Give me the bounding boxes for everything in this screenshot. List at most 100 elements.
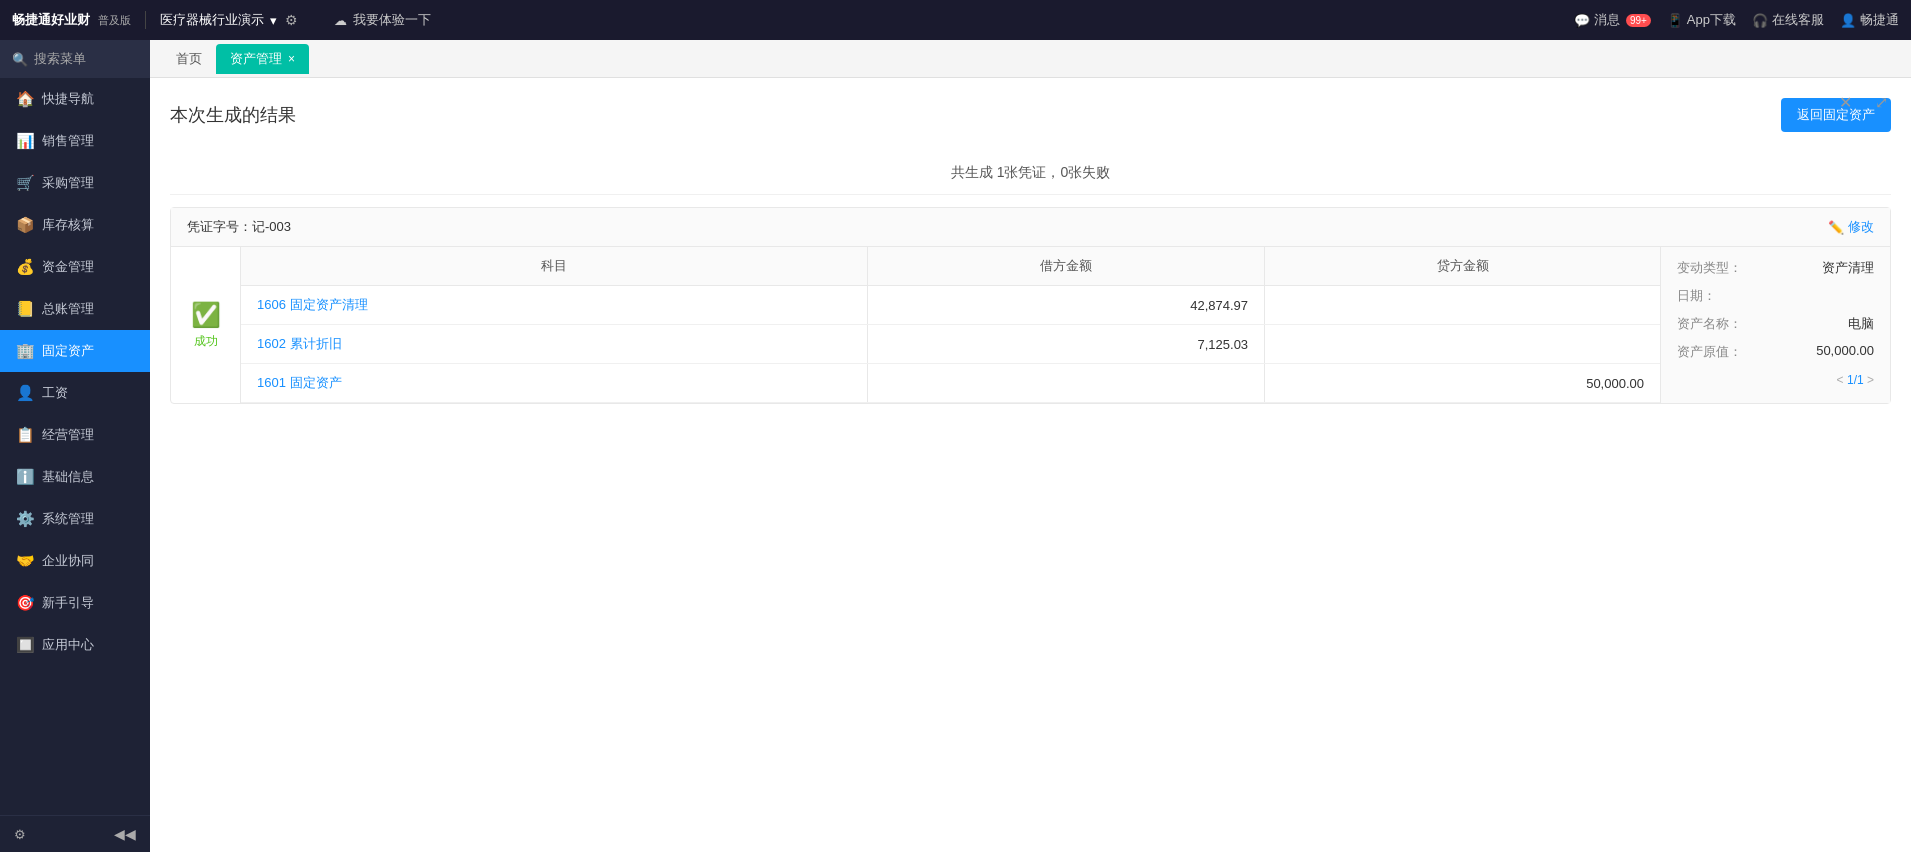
- original-value-label: 资产原值：: [1677, 343, 1742, 361]
- tab-close-btn[interactable]: ×: [288, 52, 295, 66]
- prev-page-btn[interactable]: <: [1837, 373, 1844, 387]
- col-header-subject: 科目: [241, 247, 867, 286]
- experience-btn[interactable]: ☁ 我要体验一下: [334, 11, 431, 29]
- business-icon: 📋: [16, 426, 34, 444]
- sidebar-item-business[interactable]: 📋 经营管理: [0, 414, 150, 456]
- sidebar-item-inventory[interactable]: 📦 库存核算: [0, 204, 150, 246]
- debit-cell: 42,874.97: [867, 286, 1265, 325]
- sidebar-item-purchase[interactable]: 🛒 采购管理: [0, 162, 150, 204]
- voucher-side: 变动类型： 资产清理 日期： 资产名称： 电脑 资产原值：: [1660, 247, 1890, 403]
- subject-cell: 1602 累计折旧: [241, 325, 867, 364]
- sidebar-item-appstore[interactable]: 🔲 应用中心: [0, 624, 150, 666]
- sidebar-label-finance: 资金管理: [42, 258, 94, 276]
- company-name: 医疗器械行业演示: [160, 11, 264, 29]
- status-column: ✅ 成功: [171, 247, 241, 403]
- messages-badge: 99+: [1626, 14, 1651, 27]
- edit-button[interactable]: ✏️ 修改: [1828, 218, 1874, 236]
- credit-cell: [1265, 325, 1660, 364]
- experience-label: 我要体验一下: [353, 11, 431, 29]
- sidebar-label-cooperation: 企业协同: [42, 552, 94, 570]
- messages-label: 消息: [1594, 11, 1620, 29]
- sidebar-search[interactable]: 🔍 搜索菜单: [0, 40, 150, 78]
- sidebar-item-salary[interactable]: 👤 工资: [0, 372, 150, 414]
- next-page-btn[interactable]: >: [1867, 373, 1874, 387]
- headset-icon: 🎧: [1752, 13, 1768, 28]
- debit-cell: [867, 364, 1265, 403]
- credit-cell: 50,000.00: [1265, 364, 1660, 403]
- credit-cell: [1265, 286, 1660, 325]
- side-row-change-type: 变动类型： 资产清理: [1677, 259, 1874, 277]
- sidebar-item-finance[interactable]: 💰 资金管理: [0, 246, 150, 288]
- side-row-date: 日期：: [1677, 287, 1874, 305]
- app-download-btn[interactable]: 📱 App下载: [1667, 11, 1736, 29]
- online-service-btn[interactable]: 🎧 在线客服: [1752, 11, 1824, 29]
- sidebar-item-sales[interactable]: 📊 销售管理: [0, 120, 150, 162]
- topbar: 畅捷通好业财 普及版 医疗器械行业演示 ▾ ⚙ ☁ 我要体验一下 💬 消息 99…: [0, 0, 1911, 40]
- guide-icon: 🎯: [16, 594, 34, 612]
- sidebar-label-inventory: 库存核算: [42, 216, 94, 234]
- app-logo: 畅捷通好业财: [12, 11, 90, 29]
- sidebar-label-appstore: 应用中心: [42, 636, 94, 654]
- panel-controls: ✕ ⤢: [1831, 88, 1895, 116]
- close-panel-btn[interactable]: ✕: [1831, 88, 1859, 116]
- col-header-credit: 贷方金额: [1265, 247, 1660, 286]
- messages-btn[interactable]: 💬 消息 99+: [1574, 11, 1651, 29]
- asset-name-value: 电脑: [1848, 315, 1874, 333]
- tab-home-label: 首页: [176, 51, 202, 66]
- sidebar-collapse-btn[interactable]: ◀◀: [114, 826, 136, 842]
- result-summary: 共生成 1张凭证，0张失败: [170, 152, 1891, 195]
- fixed-icon: 🏢: [16, 342, 34, 360]
- date-label: 日期：: [1677, 287, 1716, 305]
- sidebar-label-basics: 基础信息: [42, 468, 94, 486]
- tab-asset-management[interactable]: 资产管理 ×: [216, 44, 309, 74]
- sidebar-bottom: ⚙ ◀◀: [0, 815, 150, 852]
- tabbar: 首页 资产管理 ×: [150, 40, 1911, 78]
- sidebar-item-ledger[interactable]: 📒 总账管理: [0, 288, 150, 330]
- search-label: 搜索菜单: [34, 50, 86, 68]
- expand-panel-btn[interactable]: ⤢: [1867, 88, 1895, 116]
- app-version: 普及版: [98, 13, 131, 28]
- sidebar: 🔍 搜索菜单 🏠 快捷导航 📊 销售管理 🛒 采购管理 📦 库存核算 💰: [0, 40, 150, 852]
- settings-icon[interactable]: ⚙: [285, 12, 298, 28]
- sidebar-item-basics[interactable]: ℹ️ 基础信息: [0, 456, 150, 498]
- app-download-label: App下载: [1687, 11, 1736, 29]
- voucher-body: ✅ 成功 科目 借方金额 贷方金额: [171, 247, 1890, 403]
- sidebar-label-fixed: 固定资产: [42, 342, 94, 360]
- side-row-original-value: 资产原值： 50,000.00: [1677, 343, 1874, 361]
- subject-cell: 1601 固定资产: [241, 364, 867, 403]
- sidebar-item-quicknav[interactable]: 🏠 快捷导航: [0, 78, 150, 120]
- home-icon: 🏠: [16, 90, 34, 108]
- cooperation-icon: 🤝: [16, 552, 34, 570]
- sidebar-label-quicknav: 快捷导航: [42, 90, 94, 108]
- sidebar-settings-icon[interactable]: ⚙: [14, 827, 26, 842]
- search-icon: 🔍: [12, 52, 28, 67]
- sidebar-item-fixed[interactable]: 🏢 固定资产: [0, 330, 150, 372]
- online-service-label: 在线客服: [1772, 11, 1824, 29]
- phone-icon: 📱: [1667, 13, 1683, 28]
- sidebar-item-cooperation[interactable]: 🤝 企业协同: [0, 540, 150, 582]
- sidebar-item-system[interactable]: ⚙️ 系统管理: [0, 498, 150, 540]
- user-icon: 👤: [1840, 13, 1856, 28]
- success-icon: ✅: [191, 301, 221, 329]
- edit-label: 修改: [1848, 218, 1874, 236]
- side-pagination: < 1/1 >: [1677, 373, 1874, 387]
- sidebar-label-sales: 销售管理: [42, 132, 94, 150]
- tab-home[interactable]: 首页: [162, 44, 216, 74]
- table-row: 1602 累计折旧 7,125.03: [241, 325, 1660, 364]
- page-title: 本次生成的结果: [170, 103, 296, 127]
- col-header-debit: 借方金额: [867, 247, 1265, 286]
- company-selector[interactable]: 医疗器械行业演示 ▾: [160, 11, 277, 29]
- voucher-table: 科目 借方金额 贷方金额 1606 固定资产清理 42,874.97 1602 …: [241, 247, 1660, 403]
- success-text: 成功: [194, 333, 218, 350]
- sidebar-label-system: 系统管理: [42, 510, 94, 528]
- cloud-icon: ☁: [334, 13, 347, 28]
- sidebar-label-purchase: 采购管理: [42, 174, 94, 192]
- voucher-card: 凭证字号：记-003 ✏️ 修改 ✅ 成功: [170, 207, 1891, 404]
- sidebar-item-guide[interactable]: 🎯 新手引导: [0, 582, 150, 624]
- purchase-icon: 🛒: [16, 174, 34, 192]
- subject-cell: 1606 固定资产清理: [241, 286, 867, 325]
- sidebar-scroll: 🔍 搜索菜单 🏠 快捷导航 📊 销售管理 🛒 采购管理 📦 库存核算 💰: [0, 40, 150, 815]
- user-menu[interactable]: 👤 畅捷通: [1840, 11, 1899, 29]
- pagination-info: 1/1: [1847, 373, 1867, 387]
- tab-active-label: 资产管理: [230, 50, 282, 68]
